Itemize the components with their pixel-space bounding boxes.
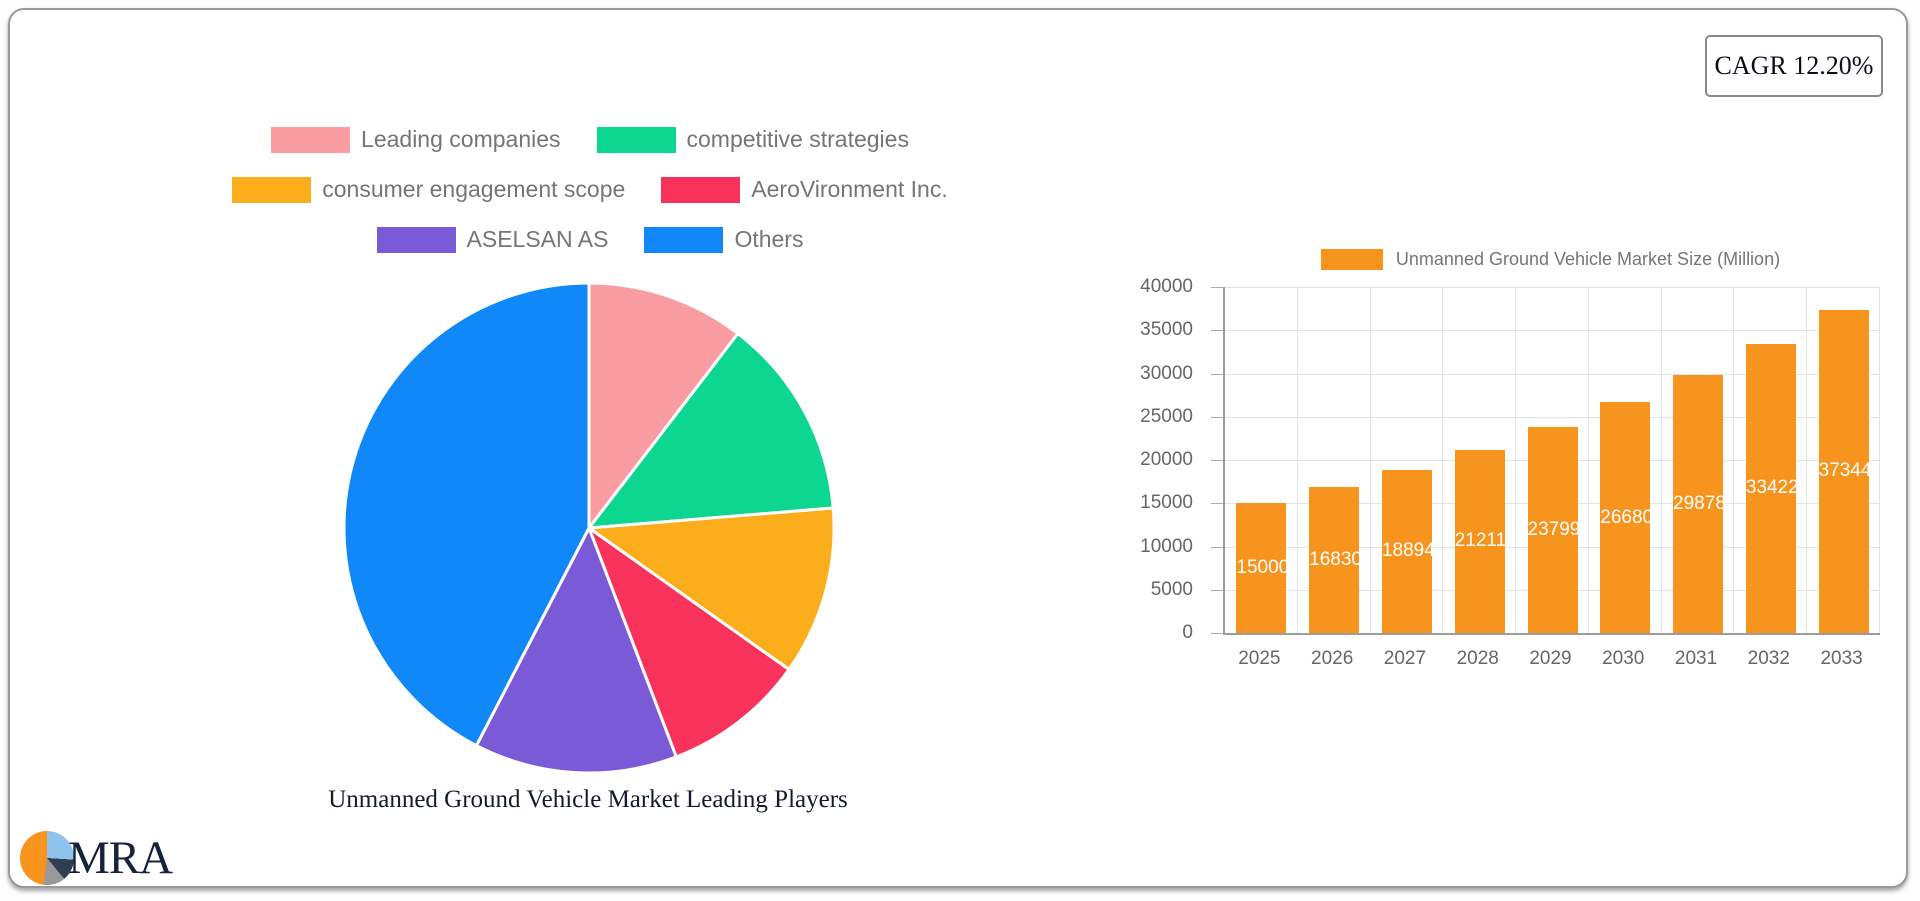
legend-label: consumer engagement scope [322, 176, 626, 202]
bar-2031[interactable]: 29878 [1673, 374, 1726, 633]
bar-value-label: 37344 [1818, 460, 1872, 482]
legend-label: Leading companies [361, 126, 561, 152]
gridline-vertical [1806, 287, 1808, 633]
bar-2026[interactable]: 16830 [1309, 487, 1362, 633]
bar-value-label: 21211 [1454, 530, 1507, 552]
gridline-vertical [1879, 287, 1880, 633]
x-axis-tick-label: 2026 [1311, 648, 1354, 669]
y-axis-tick-label: 15000 [1140, 492, 1193, 514]
y-axis-tick-label: 25000 [1140, 405, 1193, 427]
y-axis-tick-mark [1211, 633, 1223, 634]
legend-label: AeroVironment Inc. [751, 176, 948, 202]
x-axis-tick-label: 2032 [1747, 648, 1790, 669]
bar-chart-y-axis: 0 5000 10000 15000 20000 25000 30000 35000 40000 [1093, 277, 1223, 643]
pie-legend-row: consumer engagement scope AeroVironment I… [214, 176, 966, 203]
gridline-vertical [1660, 287, 1662, 633]
legend-item-consumer-engagement-scope[interactable]: consumer engagement scope [232, 176, 625, 203]
y-axis-tick-mark [1211, 503, 1223, 505]
y-axis-tick-label: 40000 [1140, 276, 1193, 297]
x-axis-tick-label: 2031 [1674, 648, 1718, 669]
bar-2028[interactable]: 21211 [1454, 449, 1507, 633]
legend-swatch [376, 226, 456, 253]
y-axis-tick-label: 35000 [1140, 319, 1193, 341]
bar-legend-label: Unmanned Ground Vehicle Market Size (Mil… [1395, 248, 1781, 269]
bar-value-label: 29878 [1673, 492, 1726, 514]
legend-item-aselsan-as[interactable]: ASELSAN AS [376, 226, 609, 253]
bar-2027[interactable]: 18894 [1381, 469, 1435, 633]
pie-legend-row: ASELSAN AS Others [359, 226, 822, 253]
pie-legend-row: Leading companies competitive strategies [253, 126, 927, 153]
y-axis-tick-label: 10000 [1140, 535, 1193, 557]
legend-label: competitive strategies [686, 126, 909, 152]
legend-item-aerovironment-inc-[interactable]: AeroVironment Inc. [661, 176, 948, 203]
y-axis-tick-label: 20000 [1140, 449, 1193, 470]
gridline-vertical [1733, 287, 1735, 633]
gridline-vertical [1296, 287, 1298, 633]
gridline-horizontal [1225, 287, 1880, 288]
y-axis-tick-label: 30000 [1140, 362, 1193, 384]
y-axis-tick-mark [1211, 330, 1223, 332]
mra-logo: MRA [20, 831, 173, 885]
gridline-vertical [1442, 287, 1444, 633]
gridline-horizontal [1225, 330, 1880, 332]
y-axis-tick-mark [1211, 546, 1223, 548]
y-axis-tick-label: 0 [1182, 622, 1193, 643]
legend-label: Others [734, 226, 804, 252]
bar-value-label: 16830 [1309, 549, 1362, 571]
pie-legend: Leading companies competitive strategies c… [0, 126, 1180, 276]
y-axis-tick-mark [1211, 460, 1223, 461]
legend-label: ASELSAN AS [466, 226, 609, 252]
bar-value-label: 23799 [1527, 519, 1581, 541]
pie-chart-title: Unmanned Ground Vehicle Market Leading P… [328, 786, 848, 813]
bar-value-label: 18894 [1381, 540, 1435, 562]
mra-logo-text: MRA [68, 832, 173, 884]
legend-item-leading-companies[interactable]: Leading companies [271, 126, 561, 153]
x-axis-tick-label: 2033 [1820, 648, 1863, 669]
bar-value-label: 26680 [1600, 506, 1654, 528]
x-axis-tick-label: 2029 [1529, 648, 1572, 669]
mra-logo-pie-icon [20, 831, 74, 885]
x-axis-tick-label: 2030 [1602, 648, 1645, 669]
gridline-vertical [1369, 287, 1371, 633]
cagr-label: CAGR 12.20% [1714, 51, 1874, 80]
x-axis-tick-label: 2027 [1383, 648, 1427, 669]
bar-value-label: 15000 [1236, 557, 1290, 579]
y-axis-tick-mark [1211, 589, 1223, 591]
gridline-vertical [1587, 287, 1589, 633]
legend-swatch [232, 176, 312, 203]
legend-item-others[interactable]: Others [644, 226, 803, 253]
bar-2033[interactable]: 37344 [1818, 309, 1872, 633]
bar-chart-plot: 15000 16830 18894 21211 23799 26680 29878 33422… [1223, 287, 1880, 635]
legend-swatch [596, 126, 676, 153]
y-axis-tick-mark [1211, 287, 1223, 288]
legend-swatch [661, 176, 741, 203]
legend-item-competitive-strategies[interactable]: competitive strategies [596, 126, 909, 153]
bar-chart-legend[interactable]: Unmanned Ground Vehicle Market Size (Mil… [1223, 244, 1878, 274]
bar-2029[interactable]: 23799 [1527, 427, 1581, 633]
bar-legend-swatch [1320, 248, 1383, 270]
bar-2032[interactable]: 33422 [1745, 343, 1799, 633]
x-axis-tick-label: 2025 [1238, 648, 1281, 669]
bar-2030[interactable]: 26680 [1600, 402, 1654, 633]
bar-2025[interactable]: 15000 [1236, 503, 1290, 633]
legend-swatch [271, 126, 351, 153]
bar-value-label: 33422 [1745, 477, 1799, 499]
x-axis-tick-label: 2028 [1456, 648, 1499, 669]
y-axis-tick-mark [1211, 416, 1223, 418]
cagr-badge: CAGR 12.20% [1705, 35, 1883, 97]
y-axis-tick-label: 5000 [1150, 578, 1193, 600]
gridline-vertical [1515, 287, 1517, 633]
y-axis-tick-mark [1211, 373, 1223, 375]
legend-swatch [644, 226, 724, 253]
pie-chart [342, 281, 836, 775]
